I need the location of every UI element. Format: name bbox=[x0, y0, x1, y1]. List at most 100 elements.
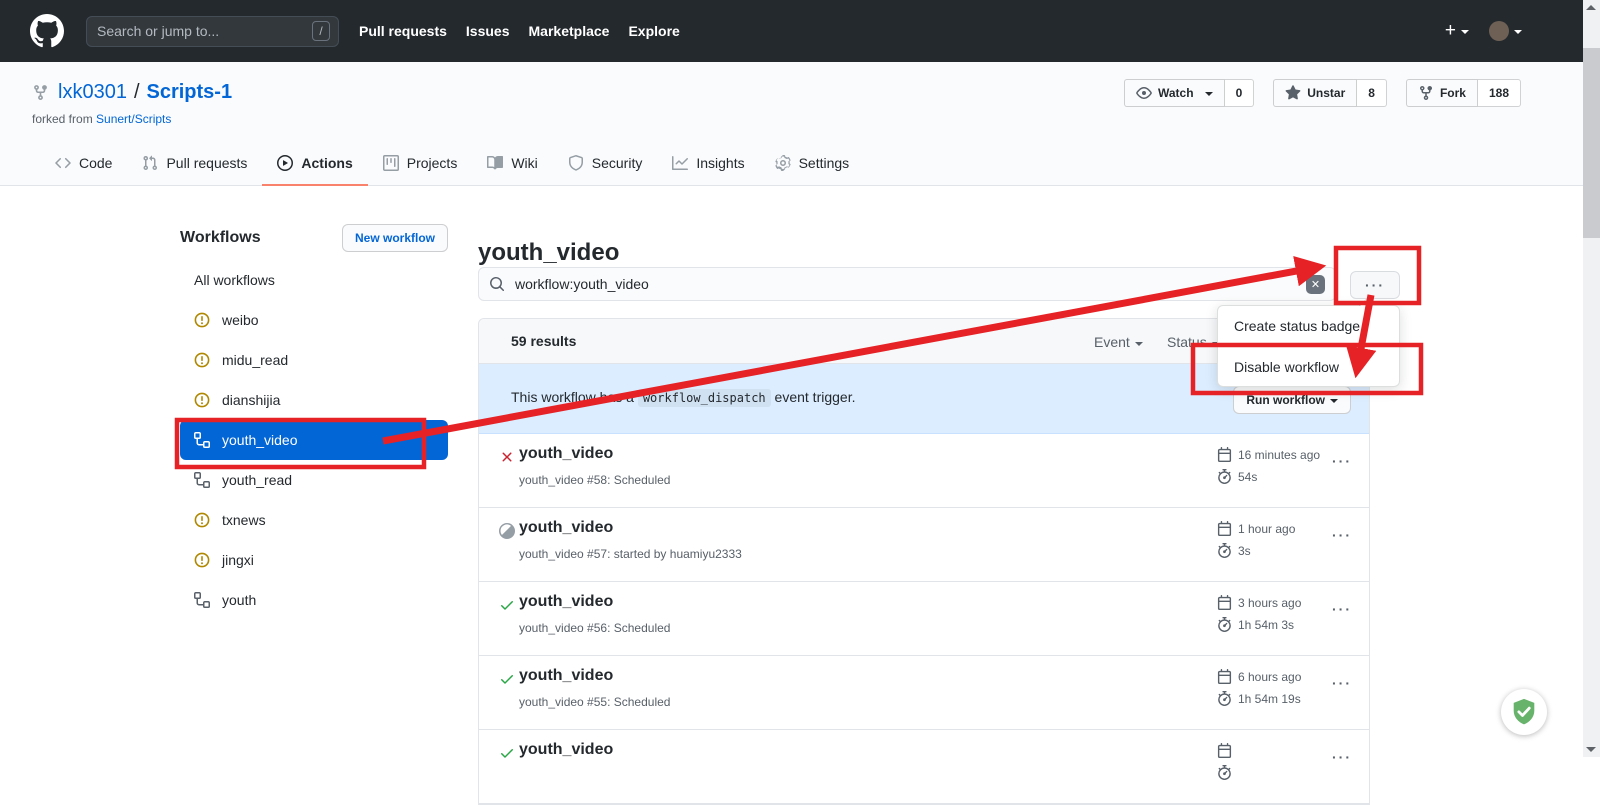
tab-actions[interactable]: Actions bbox=[262, 142, 367, 186]
workflow-list-item[interactable]: jingxi bbox=[180, 540, 448, 580]
tab-label: Actions bbox=[301, 155, 352, 171]
eye-icon bbox=[1136, 85, 1152, 101]
repo-title: lxk0301 / Scripts-1 bbox=[32, 81, 232, 104]
chevron-down-icon bbox=[1330, 399, 1338, 407]
tab-projects[interactable]: Projects bbox=[368, 142, 473, 186]
runs-search[interactable]: ✕ bbox=[478, 267, 1336, 301]
run-title-link[interactable]: youth_video bbox=[519, 667, 613, 685]
tab-label: Pull requests bbox=[166, 155, 247, 171]
tab-wiki[interactable]: Wiki bbox=[472, 142, 552, 186]
workflow-item-label: midu_read bbox=[222, 352, 288, 368]
avatar bbox=[1489, 21, 1509, 41]
run-description: youth_video #56: Scheduled bbox=[519, 621, 670, 635]
run-options-button[interactable]: ··· bbox=[1324, 749, 1360, 765]
forked-from: forked from Sunert/Scripts bbox=[32, 112, 171, 126]
fork-button[interactable]: Fork bbox=[1406, 79, 1478, 107]
graph-icon bbox=[672, 155, 688, 171]
unstar-button[interactable]: Unstar bbox=[1273, 79, 1357, 107]
star-count[interactable]: 8 bbox=[1357, 79, 1387, 107]
gear-icon bbox=[775, 155, 791, 171]
nav-issues[interactable]: Issues bbox=[466, 23, 510, 39]
workflow-run-row[interactable]: youth_video youth_video #55: Scheduled 6… bbox=[479, 656, 1369, 730]
workflow-item-label: youth bbox=[222, 592, 256, 608]
calendar-icon bbox=[1217, 595, 1232, 610]
page-scrollbar[interactable] bbox=[1583, 0, 1600, 757]
run-options-button[interactable]: ··· bbox=[1324, 675, 1360, 691]
workflow-run-row[interactable]: youth_video youth_video #56: Scheduled 3… bbox=[479, 582, 1369, 656]
menu-item[interactable]: Create status badge bbox=[1218, 306, 1399, 346]
run-time-text: 1 hour ago bbox=[1238, 522, 1295, 536]
nav-pull-requests[interactable]: Pull requests bbox=[359, 23, 447, 39]
nav-explore[interactable]: Explore bbox=[628, 23, 679, 39]
workflow-list-item[interactable]: All workflows bbox=[180, 260, 448, 300]
tab-security[interactable]: Security bbox=[553, 142, 658, 186]
menu-item[interactable]: Disable workflow bbox=[1218, 346, 1399, 386]
run-time-text: 6 hours ago bbox=[1238, 670, 1301, 684]
workflow-list-item[interactable]: youth bbox=[180, 580, 448, 620]
scroll-down-arrow-icon[interactable] bbox=[1586, 747, 1596, 752]
calendar-icon bbox=[1217, 669, 1232, 684]
run-options-button[interactable]: ··· bbox=[1324, 601, 1360, 617]
watch-label: Watch bbox=[1158, 86, 1194, 100]
run-status-icon bbox=[499, 597, 515, 613]
new-workflow-button[interactable]: New workflow bbox=[342, 224, 448, 252]
workflow-item-label: weibo bbox=[222, 312, 259, 328]
watch-button[interactable]: Watch bbox=[1124, 79, 1225, 107]
workflow-run-row[interactable]: youth_video youth_video #57: started by … bbox=[479, 508, 1369, 582]
run-duration-text: 3s bbox=[1238, 544, 1251, 558]
workflow-list-item[interactable]: midu_read bbox=[180, 340, 448, 380]
github-logo-icon[interactable] bbox=[30, 14, 64, 48]
tab-insights[interactable]: Insights bbox=[657, 142, 759, 186]
chevron-down-icon bbox=[1205, 92, 1213, 100]
runs-card: 59 results Event Status This workflow ha… bbox=[478, 318, 1370, 805]
star-filled-icon bbox=[1285, 85, 1301, 101]
run-title-link[interactable]: youth_video bbox=[519, 445, 613, 463]
banner-text: This workflow has a workflow_dispatch ev… bbox=[511, 389, 855, 405]
status-filter[interactable]: Status bbox=[1167, 334, 1220, 350]
create-new-button[interactable]: + bbox=[1445, 20, 1469, 42]
stopwatch-icon bbox=[1217, 543, 1232, 558]
workflow-options-button[interactable]: ··· bbox=[1350, 271, 1400, 299]
run-workflow-button[interactable]: Run workflow bbox=[1233, 386, 1351, 414]
event-filter[interactable]: Event bbox=[1094, 334, 1143, 350]
run-options-button[interactable]: ··· bbox=[1324, 453, 1360, 469]
global-search[interactable]: / bbox=[86, 16, 339, 47]
tab-settings[interactable]: Settings bbox=[760, 142, 865, 186]
forked-from-link[interactable]: Sunert/Scripts bbox=[96, 112, 171, 126]
run-status-icon bbox=[499, 671, 515, 687]
run-duration bbox=[1217, 765, 1238, 780]
runs-search-input[interactable] bbox=[513, 275, 1298, 293]
run-title-link[interactable]: youth_video bbox=[519, 593, 613, 611]
nav-marketplace[interactable]: Marketplace bbox=[529, 23, 610, 39]
workflow-list-item[interactable]: youth_video bbox=[180, 420, 448, 460]
workflow-list-item[interactable]: weibo bbox=[180, 300, 448, 340]
x-failed-icon bbox=[499, 449, 515, 465]
run-options-button[interactable]: ··· bbox=[1324, 527, 1360, 543]
workflow-icon bbox=[194, 432, 210, 448]
run-duration-text: 1h 54m 3s bbox=[1238, 618, 1294, 632]
watch-count[interactable]: 0 bbox=[1225, 79, 1255, 107]
scroll-up-arrow-icon[interactable] bbox=[1586, 5, 1596, 10]
run-title-link[interactable]: youth_video bbox=[519, 741, 613, 759]
workflow-run-row[interactable]: youth_video youth_video #58: Scheduled 1… bbox=[479, 434, 1369, 508]
adguard-extension-badge[interactable] bbox=[1501, 689, 1547, 735]
workflow-list-item[interactable]: dianshijia bbox=[180, 380, 448, 420]
clear-search-button[interactable]: ✕ bbox=[1306, 275, 1325, 294]
tab-pull-requests[interactable]: Pull requests bbox=[127, 142, 262, 186]
workflows-heading: Workflows bbox=[180, 229, 261, 247]
menu-item-label: Disable workflow bbox=[1234, 359, 1339, 375]
workflow-list-item[interactable]: txnews bbox=[180, 500, 448, 540]
tab-code[interactable]: Code bbox=[40, 142, 127, 186]
run-title-link[interactable]: youth_video bbox=[519, 519, 613, 537]
warning-icon bbox=[194, 512, 210, 528]
chevron-down-icon bbox=[1135, 342, 1143, 350]
global-search-input[interactable] bbox=[95, 23, 312, 39]
repo-forked-icon bbox=[32, 84, 49, 101]
fork-count[interactable]: 188 bbox=[1478, 79, 1521, 107]
user-menu-button[interactable] bbox=[1489, 21, 1522, 41]
repo-name-link[interactable]: Scripts-1 bbox=[147, 81, 233, 104]
scrollbar-thumb[interactable] bbox=[1583, 48, 1600, 238]
workflow-list-item[interactable]: youth_read bbox=[180, 460, 448, 500]
repo-owner-link[interactable]: lxk0301 bbox=[58, 81, 127, 104]
workflow-run-row[interactable]: youth_video ··· bbox=[479, 730, 1369, 804]
